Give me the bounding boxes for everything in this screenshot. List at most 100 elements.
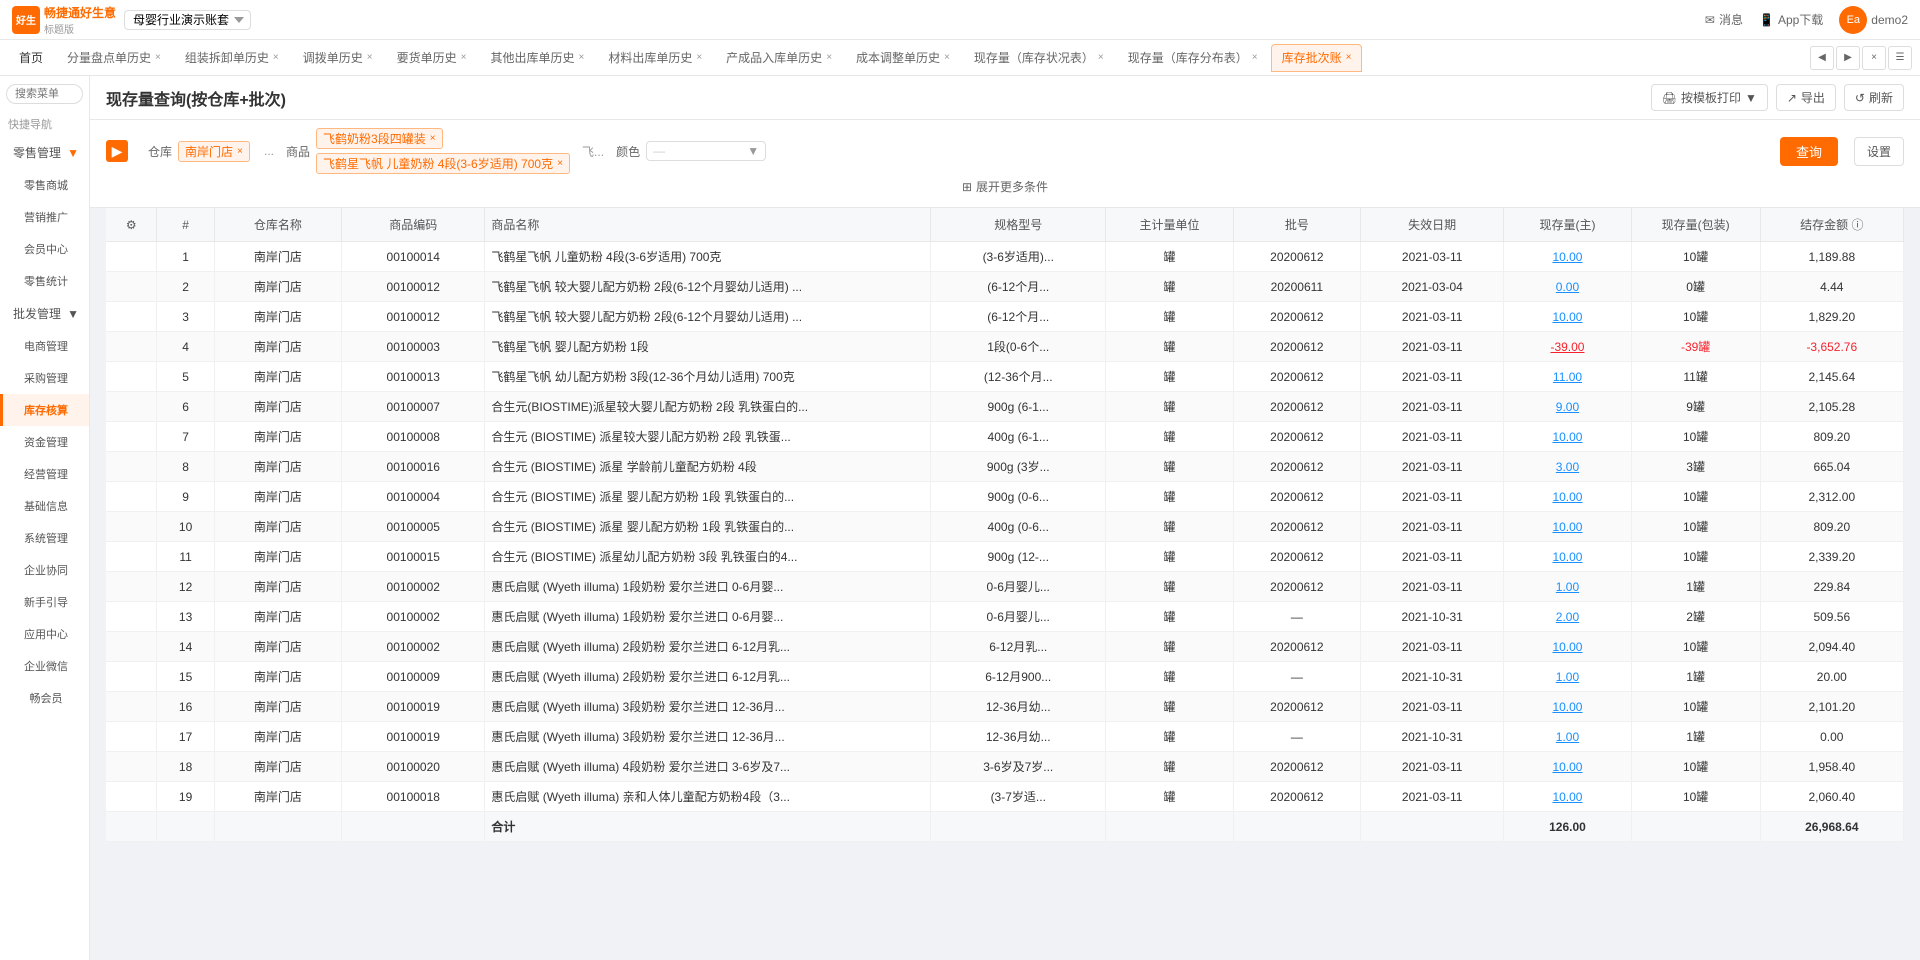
- product-tag-1[interactable]: 飞鹤奶粉3段四罐装 ×: [316, 128, 443, 149]
- color-select[interactable]: — ▼: [646, 141, 766, 161]
- close-icon[interactable]: ×: [273, 52, 279, 63]
- tab-6[interactable]: 材料出库单历史 ×: [597, 44, 713, 72]
- table-row: 4 南岸门店 00100003 飞鹤星飞帆 婴儿配方奶粉 1段 1段(0-6个.…: [106, 332, 1904, 362]
- cell-stock-main[interactable]: 10.00: [1504, 542, 1631, 572]
- cell-code: 00100019: [342, 692, 485, 722]
- close-icon[interactable]: ×: [1346, 52, 1352, 63]
- export-btn[interactable]: ↗ 导出: [1776, 84, 1836, 111]
- nav-menu-btn[interactable]: ☰: [1888, 46, 1912, 70]
- cell-stock-main[interactable]: 1.00: [1504, 722, 1631, 752]
- close-icon[interactable]: ×: [944, 52, 950, 63]
- tab-8[interactable]: 成本调整单历史 ×: [845, 44, 961, 72]
- sidebar-item-wholesale[interactable]: 批发管理 ▼: [0, 297, 89, 330]
- nav-prev-btn[interactable]: ◀: [1810, 46, 1834, 70]
- sidebar-item-retail-shop[interactable]: 零售商城: [0, 169, 89, 201]
- cell-spec: (3-7岁适...: [931, 782, 1106, 812]
- sidebar-item-purchase[interactable]: 采购管理: [0, 362, 89, 394]
- cell-code: 00100009: [342, 662, 485, 692]
- tab-9[interactable]: 现存量（库存状况表） ×: [963, 44, 1115, 72]
- download-icon: 📱: [1759, 13, 1774, 27]
- remove-product-tag-1[interactable]: ×: [430, 133, 436, 144]
- cell-stock-main[interactable]: 10.00: [1504, 692, 1631, 722]
- sidebar-item-collab[interactable]: 企业协同: [0, 554, 89, 586]
- sidebar-item-retail-mgmt[interactable]: 零售管理 ▼: [0, 136, 89, 169]
- tab-4[interactable]: 要货单历史 ×: [386, 44, 478, 72]
- app-download-btn[interactable]: 📱 App下载: [1759, 11, 1823, 28]
- cell-stock-main[interactable]: 1.00: [1504, 662, 1631, 692]
- sidebar-item-wechat[interactable]: 企业微信: [0, 650, 89, 682]
- th-icon: ⚙: [106, 208, 157, 242]
- tab-3[interactable]: 调拨单历史 ×: [292, 44, 384, 72]
- sidebar-item-inventory[interactable]: 库存核算: [0, 394, 89, 426]
- close-icon[interactable]: ×: [826, 52, 832, 63]
- nav-close-btn[interactable]: ×: [1862, 46, 1886, 70]
- cell-stock-main[interactable]: -39.00: [1504, 332, 1631, 362]
- table-row: 18 南岸门店 00100020 惠氏启赋 (Wyeth illuma) 4段奶…: [106, 752, 1904, 782]
- cell-stock-main[interactable]: 3.00: [1504, 452, 1631, 482]
- sidebar-item-retail-stat[interactable]: 零售统计: [0, 265, 89, 297]
- user-btn[interactable]: Ea demo2: [1839, 6, 1908, 34]
- sidebar-item-ecommerce[interactable]: 电商管理: [0, 330, 89, 362]
- tab-home[interactable]: 首页: [8, 44, 54, 72]
- cell-stock-main[interactable]: 1.00: [1504, 572, 1631, 602]
- close-icon[interactable]: ×: [696, 52, 702, 63]
- cell-stock-main[interactable]: 11.00: [1504, 362, 1631, 392]
- sidebar-item-newguide[interactable]: 新手引导: [0, 586, 89, 618]
- close-icon[interactable]: ×: [461, 52, 467, 63]
- tab-10[interactable]: 现存量（库存分布表） ×: [1117, 44, 1269, 72]
- tab-5[interactable]: 其他出库单历史 ×: [479, 44, 595, 72]
- inventory-table: ⚙ # 仓库名称 商品编码 商品名称 规格型号 主计量单位 批号 失效日期 现存…: [106, 208, 1904, 842]
- cell-stock-main[interactable]: 10.00: [1504, 752, 1631, 782]
- cell-stock-main[interactable]: 10.00: [1504, 482, 1631, 512]
- close-icon[interactable]: ×: [578, 52, 584, 63]
- close-icon[interactable]: ×: [155, 52, 161, 63]
- cell-stock-main[interactable]: 2.00: [1504, 602, 1631, 632]
- remove-warehouse-tag[interactable]: ×: [237, 146, 243, 157]
- close-icon[interactable]: ×: [367, 52, 373, 63]
- sidebar-item-appstore[interactable]: 应用中心: [0, 618, 89, 650]
- product-more[interactable]: 飞...: [582, 143, 604, 160]
- warehouse-more[interactable]: ...: [264, 144, 274, 158]
- cell-stock-main[interactable]: 10.00: [1504, 242, 1631, 272]
- tab-2[interactable]: 组装拆卸单历史 ×: [174, 44, 290, 72]
- sidebar-item-operations[interactable]: 经营管理: [0, 458, 89, 490]
- close-icon[interactable]: ×: [1252, 52, 1258, 63]
- table-row: 8 南岸门店 00100016 合生元 (BIOSTIME) 派星 学龄前儿童配…: [106, 452, 1904, 482]
- remove-product-tag-2[interactable]: ×: [557, 158, 563, 169]
- expand-filter-btn[interactable]: ▶: [106, 140, 128, 162]
- cell-expire: 2021-03-11: [1361, 692, 1504, 722]
- sidebar-item-member2[interactable]: 畅会员: [0, 682, 89, 714]
- expand-more-btn[interactable]: ⊞ 展开更多条件: [962, 178, 1048, 195]
- cell-stock-main[interactable]: 10.00: [1504, 422, 1631, 452]
- cell-icon: [106, 362, 157, 392]
- sidebar-item-system[interactable]: 系统管理: [0, 522, 89, 554]
- warehouse-tag-1[interactable]: 南岸门店 ×: [178, 141, 250, 162]
- message-btn[interactable]: ✉ 消息: [1705, 11, 1743, 28]
- query-btn[interactable]: 查询: [1780, 137, 1838, 166]
- set-btn[interactable]: 设置: [1854, 137, 1904, 166]
- close-icon[interactable]: ×: [1098, 52, 1104, 63]
- product-tag-2[interactable]: 飞鹤星飞帆 儿童奶粉 4段(3-6岁适用) 700克 ×: [316, 153, 570, 174]
- sidebar-item-basics[interactable]: 基础信息: [0, 490, 89, 522]
- tab-1[interactable]: 分量盘点单历史 ×: [56, 44, 172, 72]
- cell-stock-main[interactable]: 0.00: [1504, 272, 1631, 302]
- cell-stock-main[interactable]: 9.00: [1504, 392, 1631, 422]
- cell-icon: [106, 572, 157, 602]
- table-row: 12 南岸门店 00100002 惠氏启赋 (Wyeth illuma) 1段奶…: [106, 572, 1904, 602]
- table-header-row: ⚙ # 仓库名称 商品编码 商品名称 规格型号 主计量单位 批号 失效日期 现存…: [106, 208, 1904, 242]
- cell-icon: [106, 662, 157, 692]
- cell-stock-main[interactable]: 10.00: [1504, 512, 1631, 542]
- cell-stock-main[interactable]: 10.00: [1504, 782, 1631, 812]
- tab-11-active[interactable]: 库存批次账 ×: [1271, 44, 1363, 72]
- template-print-btn[interactable]: 🖨 按模板打印 ▼: [1651, 84, 1768, 111]
- breadcrumb-select[interactable]: 母婴行业演示账套: [124, 10, 251, 30]
- tab-7[interactable]: 产成品入库单历史 ×: [715, 44, 843, 72]
- search-input[interactable]: [6, 84, 83, 104]
- sidebar-item-finance[interactable]: 资金管理: [0, 426, 89, 458]
- nav-next-btn[interactable]: ▶: [1836, 46, 1860, 70]
- sidebar-item-member[interactable]: 会员中心: [0, 233, 89, 265]
- refresh-btn[interactable]: ↺ 刷新: [1844, 84, 1904, 111]
- cell-stock-main[interactable]: 10.00: [1504, 302, 1631, 332]
- cell-stock-main[interactable]: 10.00: [1504, 632, 1631, 662]
- sidebar-item-marketing[interactable]: 营销推广: [0, 201, 89, 233]
